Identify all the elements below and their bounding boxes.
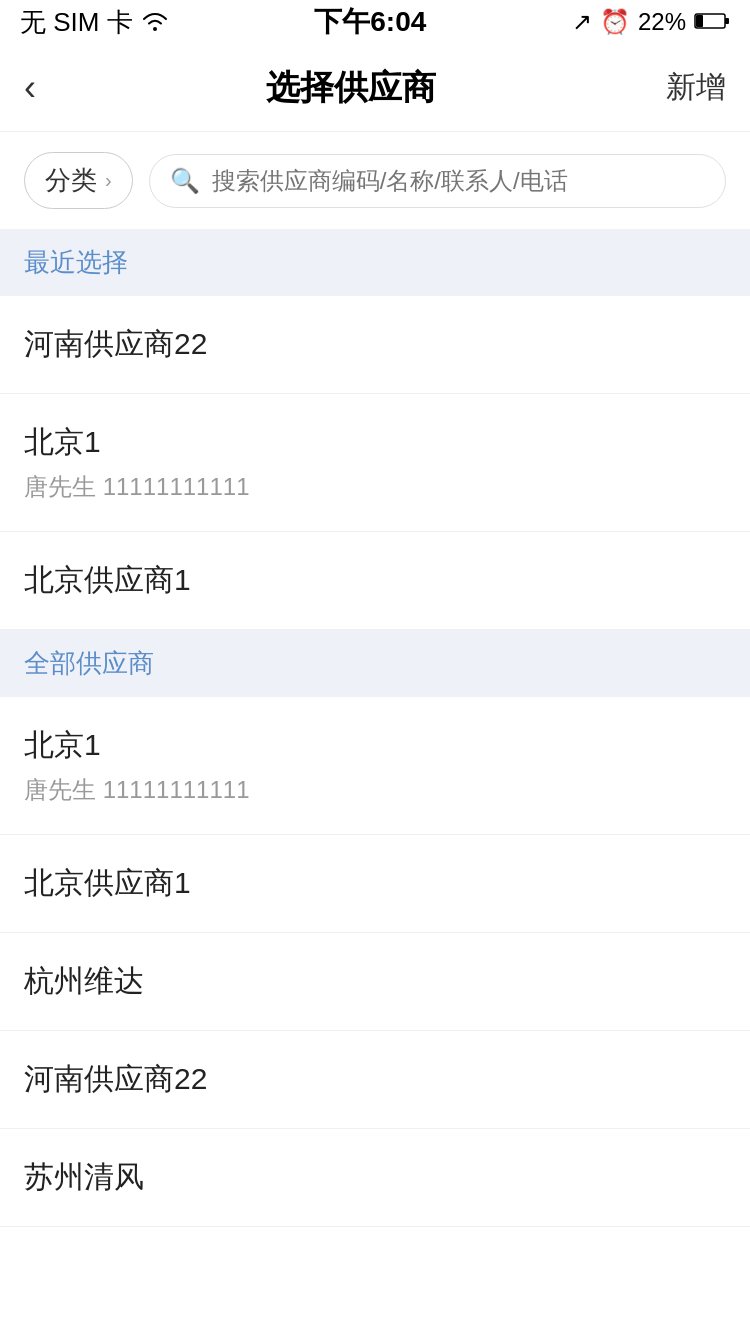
- recent-items-list: 河南供应商22 北京1 唐先生 11111111111 北京供应商1: [0, 296, 750, 630]
- search-icon: 🔍: [170, 167, 200, 195]
- battery-icon: [694, 8, 730, 36]
- list-item[interactable]: 河南供应商22: [0, 1031, 750, 1129]
- list-item[interactable]: 苏州清风: [0, 1129, 750, 1227]
- recent-section-header: 最近选择: [0, 229, 750, 296]
- wifi-icon: [141, 7, 169, 38]
- svg-rect-2: [725, 18, 729, 24]
- category-button[interactable]: 分类 ›: [24, 152, 133, 209]
- back-button[interactable]: ‹: [24, 67, 36, 109]
- list-item[interactable]: 杭州维达: [0, 933, 750, 1031]
- status-time: 下午6:04: [314, 3, 426, 41]
- search-bar: 🔍: [149, 154, 726, 208]
- all-items-list: 北京1 唐先生 11111111111 北京供应商1 杭州维达河南供应商22 苏州清…: [0, 697, 750, 1227]
- item-name: 北京1: [24, 725, 726, 766]
- list-item[interactable]: 北京供应商1: [0, 835, 750, 933]
- page-title: 选择供应商: [266, 65, 436, 111]
- item-sub: 唐先生 11111111111: [24, 471, 726, 503]
- sim-indicator: 无 SIM 卡: [20, 5, 133, 40]
- filter-bar: 分类 › 🔍: [0, 132, 750, 229]
- category-label: 分类: [45, 163, 97, 198]
- item-name: 河南供应商22: [24, 324, 726, 365]
- all-section-header: 全部供应商: [0, 630, 750, 697]
- status-bar: 无 SIM 卡 下午6:04 ↗ ⏰ 22%: [0, 0, 750, 44]
- list-item[interactable]: 北京1 唐先生 11111111111: [0, 697, 750, 835]
- item-name: 苏州清风: [24, 1157, 726, 1198]
- item-name: 北京1: [24, 422, 726, 463]
- list-item[interactable]: 北京供应商1: [0, 532, 750, 630]
- search-input[interactable]: [212, 167, 705, 195]
- status-left: 无 SIM 卡: [20, 5, 169, 40]
- item-name: 杭州维达: [24, 961, 726, 1002]
- item-name: 北京供应商1: [24, 560, 726, 601]
- battery-percent: 22%: [638, 8, 686, 36]
- svg-rect-1: [696, 15, 703, 27]
- list-item[interactable]: 河南供应商22: [0, 296, 750, 394]
- status-right: ↗ ⏰ 22%: [572, 8, 730, 36]
- item-name: 北京供应商1: [24, 863, 726, 904]
- alarm-icon: ⏰: [600, 8, 630, 36]
- item-name: 河南供应商22: [24, 1059, 726, 1100]
- list-item[interactable]: 北京1 唐先生 11111111111: [0, 394, 750, 532]
- location-icon: ↗: [572, 8, 592, 36]
- add-button[interactable]: 新增: [666, 67, 726, 108]
- chevron-right-icon: ›: [105, 169, 112, 192]
- nav-bar: ‹ 选择供应商 新增: [0, 44, 750, 132]
- item-sub: 唐先生 11111111111: [24, 774, 726, 806]
